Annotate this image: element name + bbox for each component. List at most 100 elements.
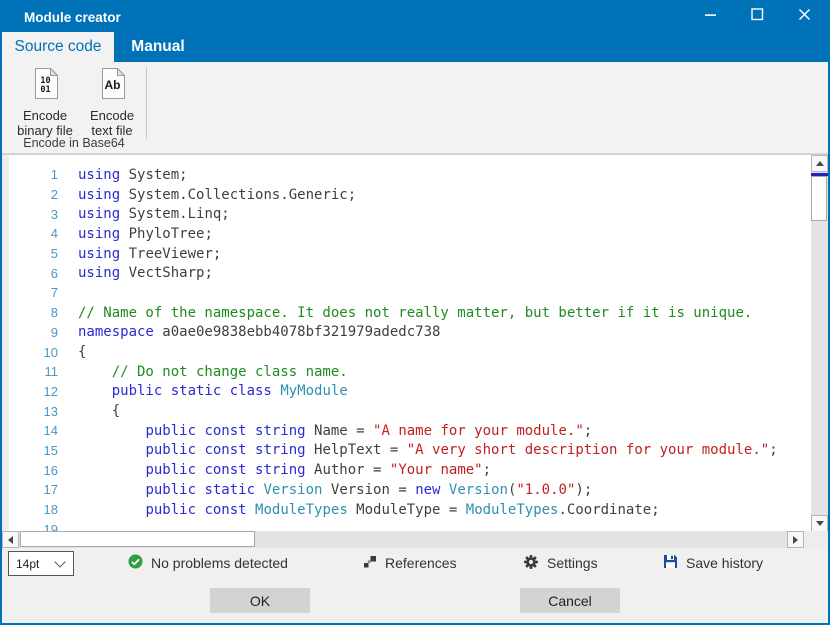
- binary-file-icon: 10 01: [33, 86, 58, 103]
- line-number: 16: [2, 463, 58, 478]
- text-file-icon: Ab: [100, 86, 125, 103]
- title-bar: Module creator: [2, 2, 828, 32]
- svg-text:01: 01: [40, 85, 50, 95]
- line-number: 2: [2, 187, 58, 202]
- minimize-button[interactable]: [687, 2, 734, 32]
- code-line[interactable]: 11 // Do not change class name.: [2, 362, 811, 382]
- svg-text:Ab: Ab: [104, 78, 120, 92]
- scrollbar-corner: [804, 531, 828, 548]
- references-button[interactable]: References: [363, 548, 457, 578]
- code-line[interactable]: 14 public const string Name = "A name fo…: [2, 421, 811, 441]
- code-line[interactable]: 2 using System.Collections.Generic;: [2, 185, 811, 205]
- scroll-down-button[interactable]: [811, 515, 828, 532]
- code-line[interactable]: 15 public const string HelpText = "A ver…: [2, 441, 811, 461]
- horizontal-scroll-thumb[interactable]: [20, 531, 255, 547]
- code-line[interactable]: 3 using System.Linq;: [2, 204, 811, 224]
- source-code-editor: 1 using System; 2 using System.Collections.…: [2, 154, 828, 548]
- maximize-button[interactable]: [734, 2, 781, 32]
- vertical-scroll-thumb[interactable]: [811, 176, 827, 221]
- close-button[interactable]: [781, 2, 828, 32]
- triangle-up-icon: [816, 161, 824, 166]
- references-icon: [363, 555, 377, 572]
- code-text: public const string HelpText = "A very s…: [78, 442, 778, 458]
- line-number: 7: [2, 285, 58, 300]
- floppy-disk-icon: [663, 554, 678, 572]
- line-number: 8: [2, 305, 58, 320]
- triangle-down-icon: [816, 521, 824, 526]
- line-number: 4: [2, 226, 58, 241]
- code-text: using System.Collections.Generic;: [78, 187, 356, 203]
- problems-label: No problems detected: [151, 555, 288, 571]
- encode-binary-file-button[interactable]: 10 01 Encode binary file: [7, 68, 83, 138]
- line-number: 6: [2, 266, 58, 281]
- code-line[interactable]: 12 public static class MyModule: [2, 382, 811, 402]
- tab-bar: Source code Manual: [2, 32, 828, 62]
- line-number: 1: [2, 167, 58, 182]
- ribbon-toolbar: 10 01 Encode binary file Ab Encode text …: [2, 62, 828, 154]
- code-line[interactable]: 4 using PhyloTree;: [2, 224, 811, 244]
- line-number: 11: [2, 364, 58, 379]
- encode-text-file-button[interactable]: Ab Encode text file: [83, 68, 141, 138]
- code-line[interactable]: 1 using System;: [2, 165, 811, 185]
- settings-button[interactable]: Settings: [523, 548, 598, 578]
- save-history-button[interactable]: Save history: [663, 548, 763, 578]
- code-text: using System;: [78, 167, 188, 183]
- line-number: 17: [2, 482, 58, 497]
- problems-status: No problems detected: [128, 548, 288, 578]
- vertical-scrollbar[interactable]: [811, 155, 828, 532]
- line-number: 14: [2, 423, 58, 438]
- code-line[interactable]: 10 {: [2, 342, 811, 362]
- font-size-select[interactable]: 14pt: [8, 551, 74, 576]
- code-line[interactable]: 18 public const ModuleTypes ModuleType =…: [2, 500, 811, 520]
- scroll-left-button[interactable]: [2, 531, 19, 548]
- code-line[interactable]: 8 // Name of the namespace. It does not r…: [2, 303, 811, 323]
- tab-source-code[interactable]: Source code: [2, 32, 114, 62]
- line-number: 3: [2, 207, 58, 222]
- tab-manual[interactable]: Manual: [114, 32, 202, 62]
- line-number: 10: [2, 345, 58, 360]
- code-line[interactable]: 9 namespace a0ae0e9838ebb4078bf321979aded…: [2, 323, 811, 343]
- window-title: Module creator: [2, 10, 121, 25]
- status-area: 14pt No problems detected References: [2, 548, 828, 623]
- cancel-button[interactable]: Cancel: [520, 588, 620, 613]
- code-text: namespace a0ae0e9838ebb4078bf321979adedc…: [78, 324, 440, 340]
- code-text: using TreeViewer;: [78, 246, 221, 262]
- code-text: public const string Name = "A name for y…: [78, 423, 592, 439]
- code-line[interactable]: 7: [2, 283, 811, 303]
- code-text: public const ModuleTypes ModuleType = Mo…: [78, 502, 660, 518]
- encode-binary-file-label: Encode binary file: [7, 108, 83, 138]
- ribbon-group-divider: [146, 67, 147, 139]
- module-creator-window: Module creator Source code Manual 10: [0, 0, 830, 625]
- code-line[interactable]: 5using TreeViewer;: [2, 244, 811, 264]
- line-number: 13: [2, 404, 58, 419]
- save-history-label: Save history: [686, 555, 763, 571]
- horizontal-scrollbar[interactable]: [2, 531, 804, 548]
- scroll-up-button[interactable]: [811, 155, 828, 172]
- ok-button[interactable]: OK: [210, 588, 310, 613]
- code-text: {: [78, 344, 86, 360]
- settings-label: Settings: [547, 555, 598, 571]
- code-line[interactable]: 6using VectSharp;: [2, 263, 811, 283]
- line-number: 9: [2, 325, 58, 340]
- triangle-left-icon: [8, 536, 13, 544]
- line-number: 18: [2, 502, 58, 517]
- code-text: public const string Author = "Your name"…: [78, 462, 491, 478]
- code-text: public static Version Version = new Vers…: [78, 482, 592, 498]
- ribbon-group-label: Encode in Base64: [2, 136, 146, 150]
- code-line[interactable]: 16 public const string Author = "Your na…: [2, 460, 811, 480]
- encode-text-file-label: Encode text file: [83, 108, 141, 138]
- maximize-icon: [751, 8, 764, 26]
- font-size-value: 14pt: [9, 557, 56, 571]
- minimize-icon: [705, 8, 717, 26]
- chevron-down-icon: [54, 556, 65, 567]
- code-text: // Name of the namespace. It does not re…: [78, 305, 752, 321]
- code-text: using System.Linq;: [78, 206, 230, 222]
- code-line[interactable]: 13 {: [2, 401, 811, 421]
- code-text: using PhyloTree;: [78, 226, 213, 242]
- code-lines[interactable]: 1 using System; 2 using System.Collections.…: [2, 165, 811, 539]
- triangle-right-icon: [793, 536, 798, 544]
- scroll-right-button[interactable]: [787, 531, 804, 548]
- code-text: {: [78, 403, 120, 419]
- gear-icon: [523, 554, 539, 573]
- code-line[interactable]: 17 public static Version Version = new V…: [2, 480, 811, 500]
